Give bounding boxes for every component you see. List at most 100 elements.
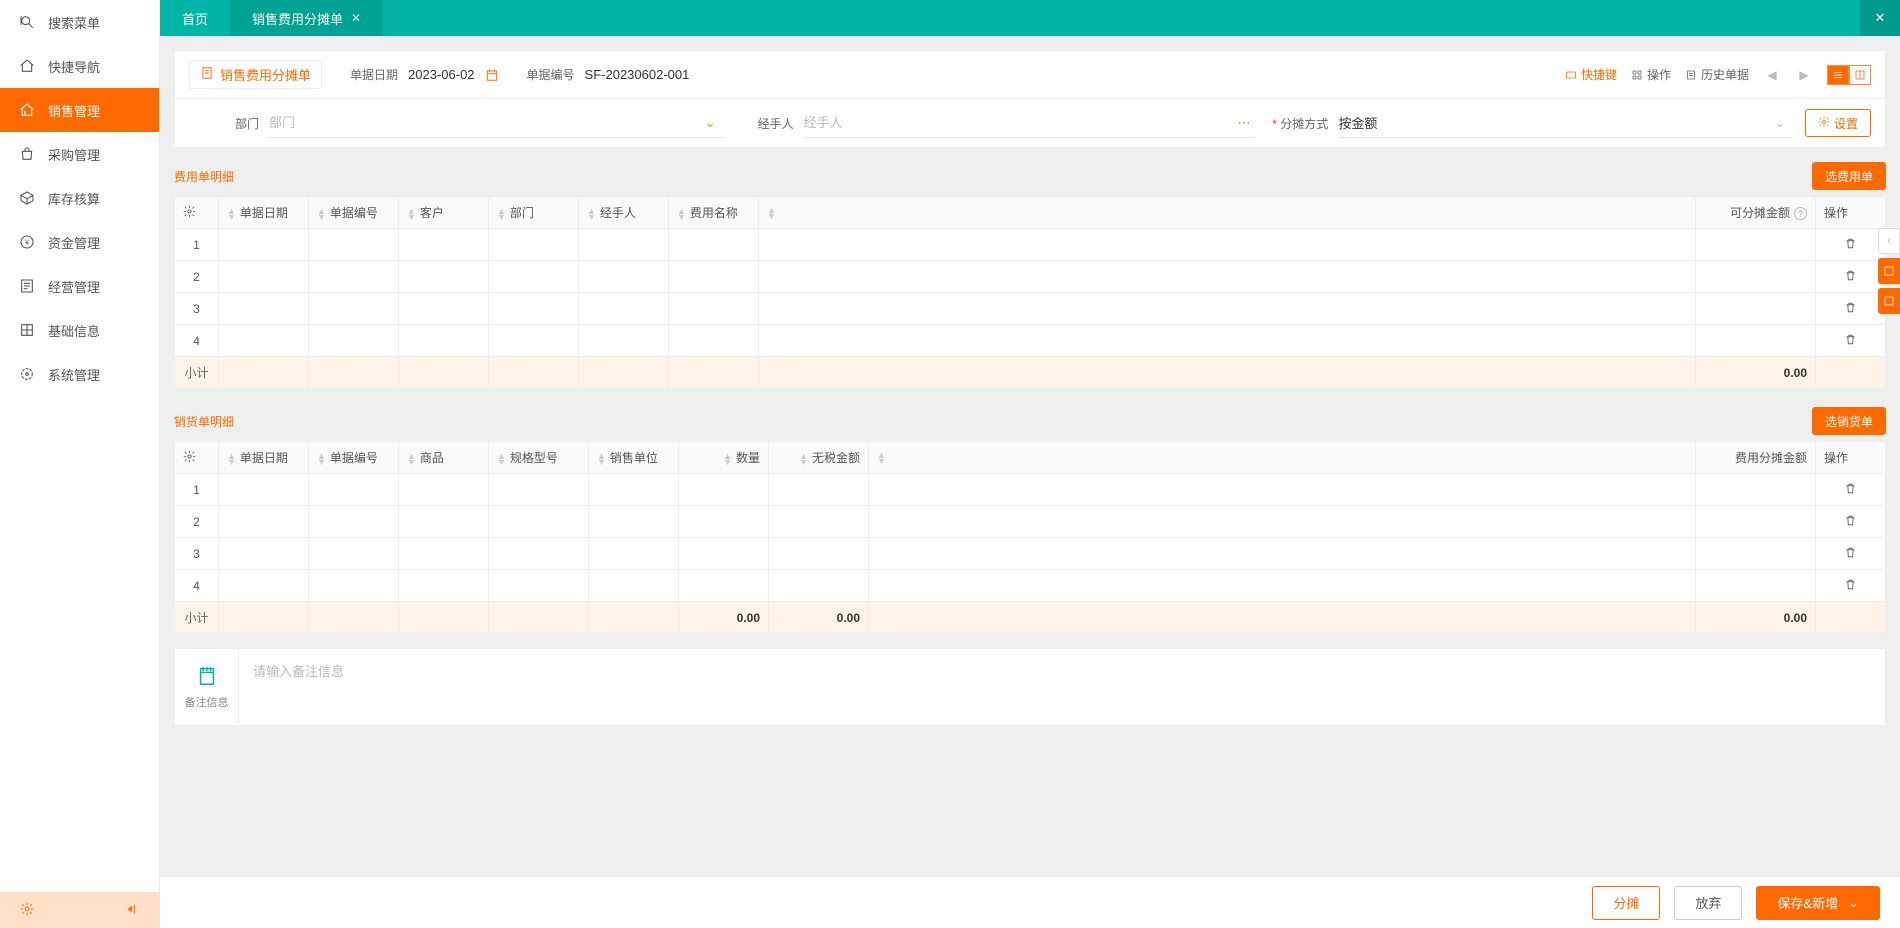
notax-subtotal: 0.00 — [769, 602, 869, 634]
method-label: 分摊方式 — [1258, 115, 1338, 132]
float-toggle-icon[interactable]: ‹ — [1878, 228, 1900, 254]
col-dept[interactable]: ▲▼部门 — [489, 197, 579, 229]
remark-card: 备注信息 — [174, 648, 1886, 726]
gear-column-header[interactable] — [175, 442, 219, 474]
select-fee-doc-button[interactable]: 选费用单 — [1812, 162, 1886, 190]
sidebar-item-purchase[interactable]: 采购管理 — [0, 132, 159, 176]
delete-row-icon[interactable] — [1816, 506, 1886, 538]
gear-column-header[interactable] — [175, 197, 219, 229]
sidebar-label: 基础信息 — [48, 321, 100, 340]
delete-row-icon[interactable] — [1816, 474, 1886, 506]
sidebar-item-basedata[interactable]: 基础信息 — [0, 308, 159, 352]
table-row[interactable]: 1 — [175, 474, 1886, 506]
sidebar-item-search[interactable]: 搜索菜单 — [0, 0, 159, 44]
settings-button[interactable]: 设置 — [1805, 109, 1871, 137]
table-row[interactable]: 4 — [175, 570, 1886, 602]
discard-button[interactable]: 放弃 — [1674, 886, 1742, 920]
tab-bar: 首页 销售费用分摊单 ✕ ✕ — [160, 0, 1900, 36]
home-icon — [18, 57, 36, 75]
float-tab-1-icon[interactable] — [1878, 258, 1900, 284]
delete-row-icon[interactable] — [1816, 325, 1886, 357]
table-row[interactable]: 1 — [175, 229, 1886, 261]
float-tab-2-icon[interactable] — [1878, 288, 1900, 314]
table-row[interactable]: 2 — [175, 261, 1886, 293]
collapse-icon[interactable] — [123, 902, 139, 919]
col-product[interactable]: ▲▼商品 — [399, 442, 489, 474]
sidebar-item-quicknav[interactable]: 快捷导航 — [0, 44, 159, 88]
view-list-icon[interactable] — [1827, 65, 1849, 85]
report-icon — [18, 277, 36, 295]
tab-label: 首页 — [182, 9, 208, 28]
col-fee-name[interactable]: ▲▼费用名称 — [669, 197, 759, 229]
quickkey-link[interactable]: 快捷键 — [1565, 66, 1617, 83]
view-grid-icon[interactable] — [1849, 65, 1871, 85]
sidebar-footer — [0, 892, 159, 928]
prev-arrow-icon[interactable]: ◀ — [1763, 66, 1781, 84]
table-row[interactable]: 3 — [175, 538, 1886, 570]
remark-label: 备注信息 — [185, 694, 229, 710]
history-link[interactable]: 历史单据 — [1685, 66, 1749, 83]
field-handler: 经手人 ⋯ — [724, 108, 1251, 138]
sidebar-item-inventory[interactable]: 库存核算 — [0, 176, 159, 220]
method-select[interactable] — [1338, 108, 1792, 138]
note-icon — [196, 665, 218, 690]
delete-row-icon[interactable] — [1816, 570, 1886, 602]
fee-table: ▲▼单据日期 ▲▼单据编号 ▲▼客户 ▲▼部门 ▲▼经手人 ▲▼费用名称 ▲▼ … — [174, 196, 1886, 389]
allocate-button[interactable]: 分摊 — [1592, 886, 1660, 920]
dept-input[interactable] — [269, 108, 723, 138]
field-department: 部门 ⌄ — [189, 108, 716, 138]
tab-home[interactable]: 首页 — [160, 0, 230, 36]
sort-icon: ▲▼ — [227, 453, 236, 465]
svg-text:¥: ¥ — [25, 238, 30, 247]
col-customer[interactable]: ▲▼客户 — [399, 197, 489, 229]
col-handler[interactable]: ▲▼经手人 — [579, 197, 669, 229]
gear-icon[interactable] — [20, 902, 34, 919]
col-qty[interactable]: ▲▼数量 — [679, 442, 769, 474]
tabbar-close-all[interactable]: ✕ — [1860, 0, 1900, 36]
col-notax[interactable]: ▲▼无税金额 — [769, 442, 869, 474]
calendar-icon[interactable] — [485, 68, 499, 82]
select-sale-doc-button[interactable]: 选销货单 — [1812, 407, 1886, 435]
col-allocatable[interactable]: 可分摊金额? — [1696, 197, 1816, 229]
col-date[interactable]: ▲▼单据日期 — [219, 197, 309, 229]
sort-icon: ▲▼ — [799, 453, 808, 465]
tab-sales-allocation[interactable]: 销售费用分摊单 ✕ — [230, 0, 383, 36]
sort-icon: ▲▼ — [407, 453, 416, 465]
table-row[interactable]: 2 — [175, 506, 1886, 538]
remark-input[interactable] — [239, 649, 1885, 725]
date-value[interactable]: 2023-06-02 — [408, 67, 475, 82]
sidebar-label: 搜索菜单 — [48, 13, 100, 32]
sort-icon: ▲▼ — [767, 207, 776, 219]
sidebar-label: 经营管理 — [48, 277, 100, 296]
search-icon — [18, 13, 36, 31]
sidebar-item-sales[interactable]: 销售管理 — [0, 88, 159, 132]
table-row[interactable]: 3 — [175, 293, 1886, 325]
delete-row-icon[interactable] — [1816, 293, 1886, 325]
close-icon[interactable]: ✕ — [351, 11, 361, 25]
col-fee-alloc[interactable]: 费用分摊金额 — [1696, 442, 1816, 474]
sale-section-header: 销货单明细 选销货单 — [174, 407, 1886, 435]
delete-row-icon[interactable] — [1816, 261, 1886, 293]
col-no[interactable]: ▲▼单据编号 — [309, 442, 399, 474]
col-no[interactable]: ▲▼单据编号 — [309, 197, 399, 229]
table-row[interactable]: 4 — [175, 325, 1886, 357]
delete-row-icon[interactable] — [1816, 538, 1886, 570]
sidebar-label: 销售管理 — [48, 101, 100, 120]
col-spec[interactable]: ▲▼规格型号 — [489, 442, 589, 474]
sidebar-item-system[interactable]: 系统管理 — [0, 352, 159, 396]
help-icon[interactable]: ? — [1794, 207, 1807, 220]
handler-label: 经手人 — [724, 115, 804, 132]
col-unit[interactable]: ▲▼销售单位 — [589, 442, 679, 474]
sidebar-item-operations[interactable]: 经营管理 — [0, 264, 159, 308]
handler-input[interactable] — [804, 108, 1256, 138]
operations-link[interactable]: 操作 — [1631, 66, 1671, 83]
sort-icon: ▲▼ — [407, 208, 416, 220]
next-arrow-icon[interactable]: ▶ — [1795, 66, 1813, 84]
save-new-button[interactable]: 保存&新增⌄ — [1756, 886, 1880, 920]
doc-no-value: SF-20230602-001 — [585, 67, 690, 82]
sidebar-item-funds[interactable]: ¥ 资金管理 — [0, 220, 159, 264]
delete-row-icon[interactable] — [1816, 229, 1886, 261]
col-date[interactable]: ▲▼单据日期 — [219, 442, 309, 474]
dept-label: 部门 — [189, 115, 269, 132]
box-icon — [18, 189, 36, 207]
